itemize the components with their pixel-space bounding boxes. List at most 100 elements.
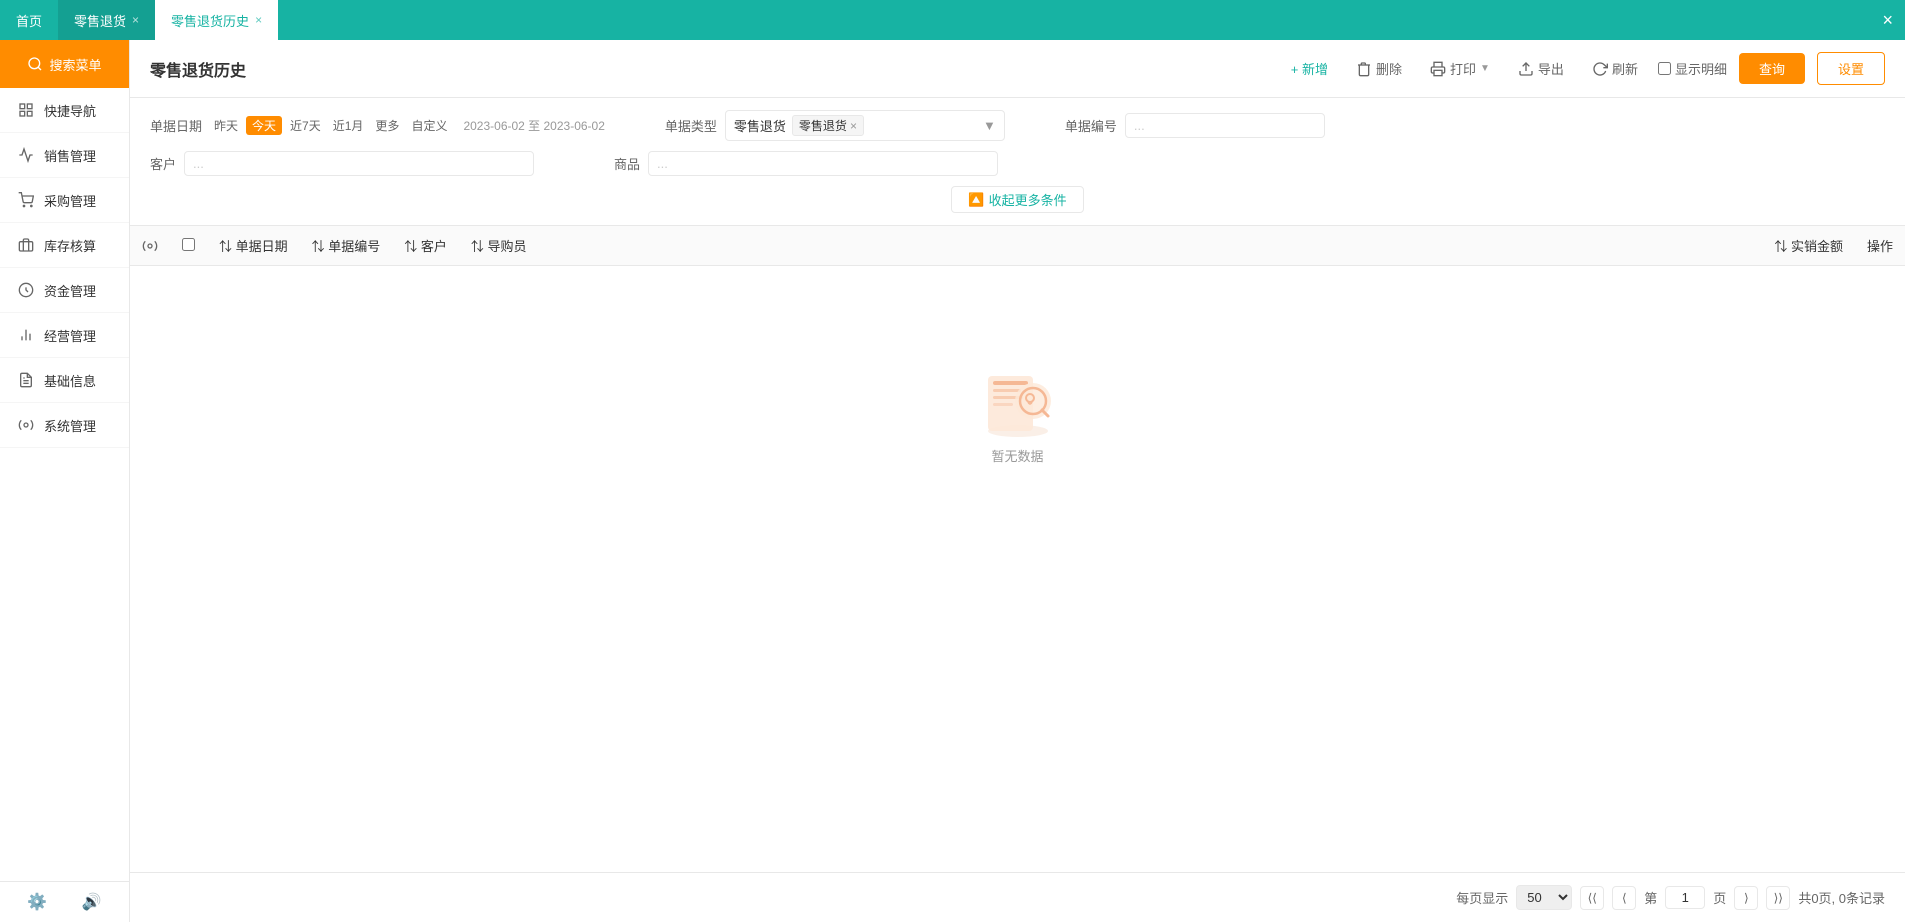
page-prefix-label: 第 bbox=[1644, 888, 1657, 907]
query-button[interactable]: 查询 bbox=[1739, 53, 1805, 84]
customer-label: 客户 bbox=[150, 154, 176, 173]
column-settings-icon[interactable] bbox=[142, 238, 158, 254]
sidebar-item-quick-nav[interactable]: 快捷导航 bbox=[0, 88, 129, 133]
th-spacer bbox=[539, 226, 1763, 266]
goods-input[interactable]: ... bbox=[648, 151, 998, 176]
basic-info-icon bbox=[16, 370, 36, 390]
table-header: ⇅ 单据日期 ⇅ 单据编号 ⇅ 客户 ⇅ 导购员 ⇅ bbox=[130, 226, 1905, 266]
sidebar-item-purchase-mgmt[interactable]: 采购管理 bbox=[0, 178, 129, 223]
tab-retail-return-close[interactable]: × bbox=[132, 13, 139, 27]
date-7days[interactable]: 近7天 bbox=[286, 116, 325, 135]
first-page-btn[interactable]: ⟨⟨ bbox=[1580, 886, 1604, 910]
last-page-btn[interactable]: ⟩⟩ bbox=[1766, 886, 1790, 910]
main-layout: 搜索菜单 快捷导航 销售管理 采购管理 库存核算 bbox=[0, 40, 1905, 922]
filter-row-1: 单据日期 昨天 今天 近7天 近1月 更多 自定义 2023-06-02 至 2… bbox=[150, 110, 1885, 141]
page-suffix-label: 页 bbox=[1713, 888, 1726, 907]
th-doc-no: ⇅ 单据编号 bbox=[300, 226, 393, 266]
date-shortcuts: 昨天 今天 近7天 近1月 更多 自定义 bbox=[210, 116, 451, 135]
doc-type-tag: 零售退货 × bbox=[792, 115, 864, 136]
quick-nav-icon bbox=[16, 100, 36, 120]
page-title: 零售退货历史 bbox=[150, 57, 246, 81]
refresh-icon bbox=[1592, 61, 1608, 77]
sidebar-item-system-mgmt[interactable]: 系统管理 bbox=[0, 403, 129, 448]
date-range-display: 2023-06-02 至 2023-06-02 bbox=[463, 117, 604, 134]
doc-no-label: 单据编号 bbox=[1065, 116, 1117, 135]
data-table: ⇅ 单据日期 ⇅ 单据编号 ⇅ 客户 ⇅ 导购员 ⇅ bbox=[130, 226, 1905, 545]
date-custom[interactable]: 自定义 bbox=[407, 116, 451, 135]
doc-no-filter: 单据编号 ... bbox=[1065, 113, 1325, 138]
customer-input[interactable]: ... bbox=[184, 151, 534, 176]
top-bar: 首页 零售退货 × 零售退货历史 × × bbox=[0, 0, 1905, 40]
tab-retail-return-history-close[interactable]: × bbox=[255, 13, 262, 27]
doc-type-filter: 单据类型 零售退货 零售退货 × ▼ bbox=[665, 110, 1005, 141]
toolbar: + 新增 删除 打印 ▼ 导出 刷新 bbox=[1283, 52, 1885, 85]
delete-button[interactable]: 删除 bbox=[1348, 55, 1410, 82]
search-icon bbox=[27, 56, 43, 72]
dropdown-arrow: ▼ bbox=[983, 118, 996, 133]
per-page-label: 每页显示 bbox=[1456, 888, 1508, 907]
content-area: 零售退货历史 + 新增 删除 打印 ▼ 导出 bbox=[130, 40, 1905, 922]
collapse-button[interactable]: 🔼 收起更多条件 bbox=[951, 186, 1083, 213]
export-button[interactable]: 导出 bbox=[1510, 55, 1572, 82]
filter-area: 单据日期 昨天 今天 近7天 近1月 更多 自定义 2023-06-02 至 2… bbox=[130, 98, 1905, 226]
sidebar-item-inventory[interactable]: 库存核算 bbox=[0, 223, 129, 268]
volume-icon[interactable]: 🔊 bbox=[82, 892, 102, 912]
goods-label: 商品 bbox=[614, 154, 640, 173]
setting-button[interactable]: 设置 bbox=[1817, 52, 1885, 85]
select-all-checkbox[interactable] bbox=[182, 238, 195, 251]
sidebar: 搜索菜单 快捷导航 销售管理 采购管理 库存核算 bbox=[0, 40, 130, 922]
sidebar-item-operations[interactable]: 经营管理 bbox=[0, 313, 129, 358]
print-icon bbox=[1430, 61, 1446, 77]
sidebar-item-basic-info[interactable]: 基础信息 bbox=[0, 358, 129, 403]
table-body: 暂无数据 bbox=[130, 266, 1905, 546]
th-customer: ⇅ 客户 bbox=[392, 226, 459, 266]
table-container: ⇅ 单据日期 ⇅ 单据编号 ⇅ 客户 ⇅ 导购员 ⇅ bbox=[130, 226, 1905, 872]
window-close-button[interactable]: × bbox=[1870, 10, 1905, 31]
tab-retail-return-history[interactable]: 零售退货历史 × bbox=[155, 0, 278, 40]
sales-icon bbox=[16, 145, 36, 165]
sidebar-search[interactable]: 搜索菜单 bbox=[0, 40, 129, 88]
sidebar-item-sales-mgmt[interactable]: 销售管理 bbox=[0, 133, 129, 178]
sidebar-item-finance[interactable]: 资金管理 bbox=[0, 268, 129, 313]
per-page-select[interactable]: 50 10 20 100 bbox=[1516, 885, 1572, 910]
th-action: 操作 bbox=[1855, 226, 1905, 266]
goods-filter: 商品 ... bbox=[614, 151, 998, 176]
sidebar-bottom: ⚙️ 🔊 bbox=[0, 881, 129, 922]
finance-icon bbox=[16, 280, 36, 300]
refresh-button[interactable]: 刷新 bbox=[1584, 55, 1646, 82]
doc-type-select[interactable]: 零售退货 零售退货 × ▼ bbox=[725, 110, 1005, 141]
th-settings bbox=[130, 226, 170, 266]
purchase-icon bbox=[16, 190, 36, 210]
next-page-btn[interactable]: ⟩ bbox=[1734, 886, 1758, 910]
collapse-row: 🔼 收起更多条件 bbox=[150, 186, 1885, 213]
print-button[interactable]: 打印 ▼ bbox=[1422, 55, 1498, 82]
show-detail-input[interactable] bbox=[1658, 62, 1671, 75]
settings-gear-icon[interactable]: ⚙️ bbox=[27, 892, 47, 912]
date-filter: 单据日期 昨天 今天 近7天 近1月 更多 自定义 2023-06-02 至 2… bbox=[150, 116, 605, 135]
doc-type-tag-remove[interactable]: × bbox=[850, 119, 857, 133]
doc-no-input[interactable]: ... bbox=[1125, 113, 1325, 138]
new-button[interactable]: + 新增 bbox=[1283, 55, 1336, 82]
inventory-icon bbox=[16, 235, 36, 255]
empty-text: 暂无数据 bbox=[991, 446, 1043, 465]
th-checkbox bbox=[170, 226, 207, 266]
tab-bar: 首页 零售退货 × 零售退货历史 × bbox=[0, 0, 1870, 40]
empty-illustration bbox=[968, 346, 1068, 446]
prev-page-btn[interactable]: ⟨ bbox=[1612, 886, 1636, 910]
date-more[interactable]: 更多 bbox=[371, 116, 403, 135]
system-icon bbox=[16, 415, 36, 435]
page-number-input[interactable] bbox=[1665, 886, 1705, 909]
tab-home[interactable]: 首页 bbox=[0, 0, 58, 40]
empty-state: 暂无数据 bbox=[130, 266, 1905, 545]
show-detail-checkbox[interactable]: 显示明细 bbox=[1658, 59, 1727, 78]
date-yesterday[interactable]: 昨天 bbox=[210, 116, 242, 135]
date-today[interactable]: 今天 bbox=[246, 116, 282, 135]
customer-filter: 客户 ... bbox=[150, 151, 534, 176]
tab-retail-return[interactable]: 零售退货 × bbox=[58, 0, 155, 40]
operations-icon bbox=[16, 325, 36, 345]
date-1month[interactable]: 近1月 bbox=[329, 116, 368, 135]
export-icon bbox=[1518, 61, 1534, 77]
total-records-label: 共0页, 0条记录 bbox=[1798, 888, 1885, 907]
filter-row-2: 客户 ... 商品 ... bbox=[150, 151, 1885, 176]
pagination: 每页显示 50 10 20 100 ⟨⟨ ⟨ 第 页 ⟩ ⟩⟩ 共0页, 0条记… bbox=[130, 872, 1905, 922]
